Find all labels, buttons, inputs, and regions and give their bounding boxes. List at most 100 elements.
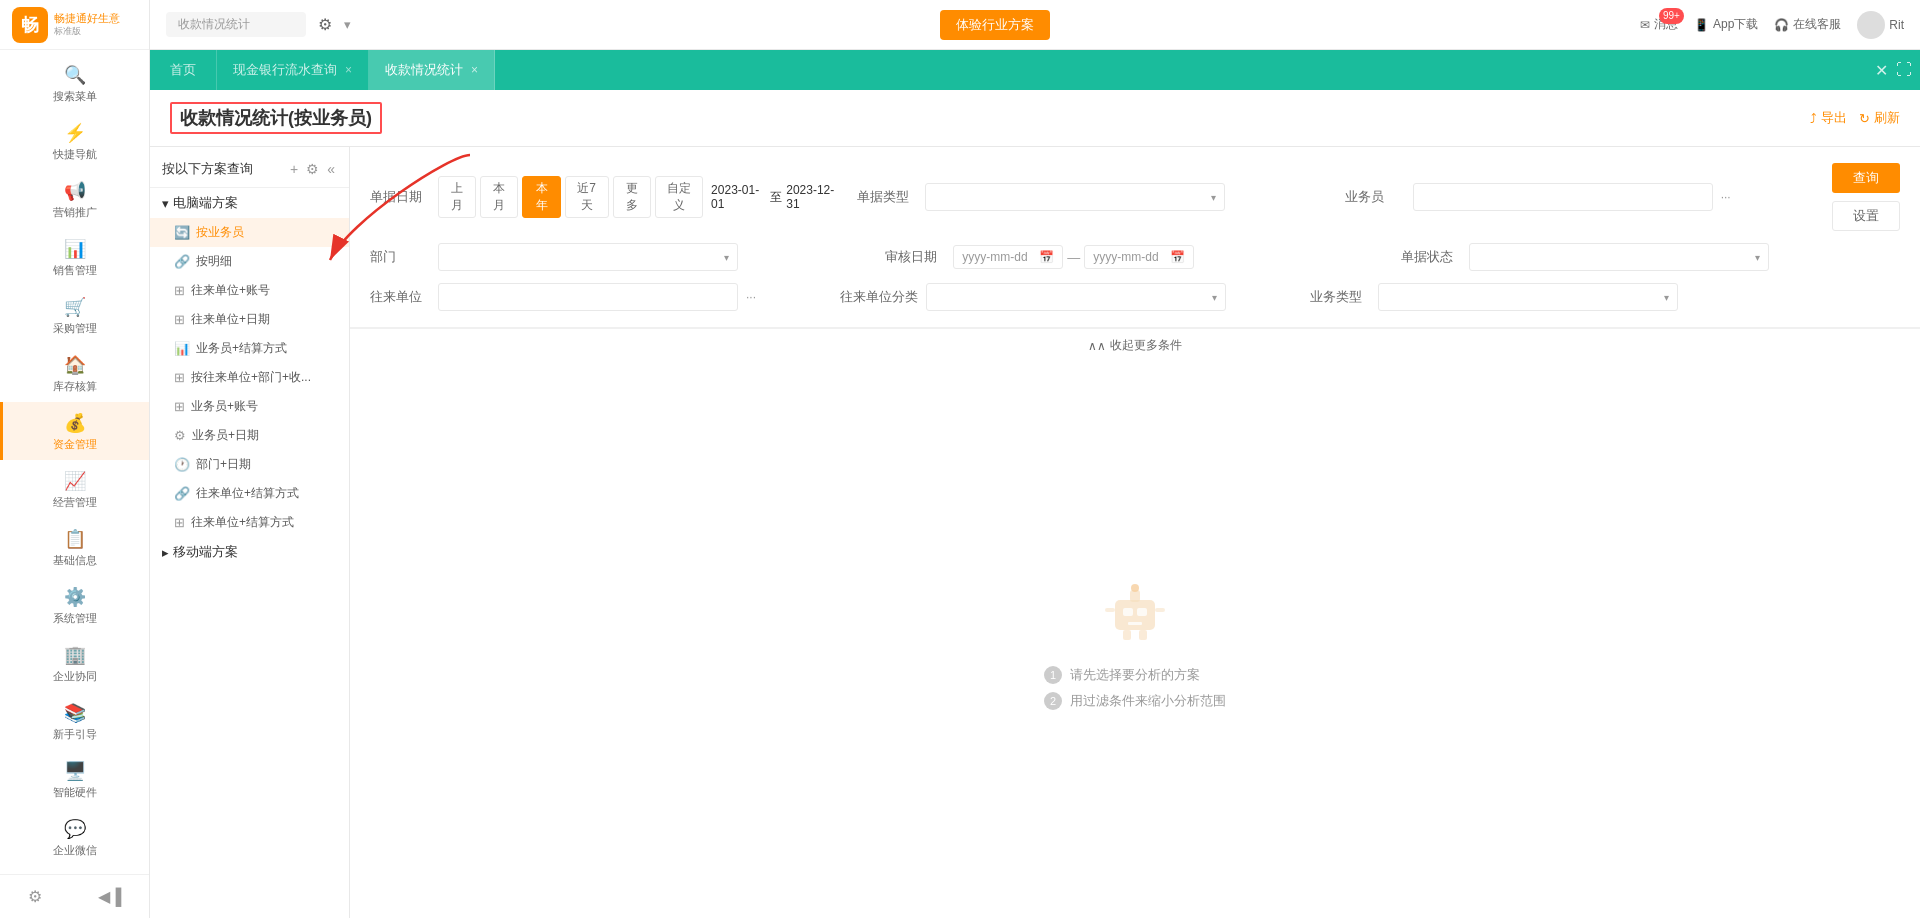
sidebar-item-enterprise[interactable]: 🏢 企业协同 [0, 634, 149, 692]
sidebar-item-finance[interactable]: 💰 资金管理 [0, 402, 149, 460]
scheme-item-unit-method2[interactable]: ⊞ 往来单位+结算方式 [150, 508, 349, 537]
scheme-item-salesperson[interactable]: 🔄 按业务员 [150, 218, 349, 247]
sidebar-item-wechat[interactable]: 💬 企业微信 [0, 808, 149, 866]
app-download-action[interactable]: 📱 App下载 [1694, 16, 1758, 33]
scheme-item-unit-account[interactable]: ⊞ 往来单位+账号 [150, 276, 349, 305]
filter-item-salesperson: 业务员 ··· [1345, 183, 1816, 211]
filter-item-doc-status: 单据状态 ▾ [1401, 243, 1900, 271]
sidebar-item-guide[interactable]: 📚 新手引导 [0, 692, 149, 750]
collapse-bar[interactable]: ∧∧ 收起更多条件 [350, 328, 1920, 362]
biz-type-select[interactable]: ▾ [1378, 283, 1678, 311]
panel-collapse-btn[interactable]: « [325, 159, 337, 179]
review-date-to[interactable]: yyyy-mm-dd 📅 [1084, 245, 1194, 269]
doc-type-select[interactable]: ▾ [925, 183, 1225, 211]
panel-settings-btn[interactable]: ⚙ [304, 159, 321, 179]
scheme-item-detail[interactable]: 🔗 按明细 [150, 247, 349, 276]
sidebar-item-search[interactable]: 🔍 搜索菜单 [0, 54, 149, 112]
scheme-label-unit-method2: 往来单位+结算方式 [191, 514, 294, 531]
sidebar-item-marketing[interactable]: 📢 营销推广 [0, 170, 149, 228]
sidebar-item-system[interactable]: ⚙️ 系统管理 [0, 576, 149, 634]
scheme-label-salesperson-date: 业务员+日期 [192, 427, 259, 444]
scheme-icon-unit-dept: ⊞ [174, 370, 185, 385]
dept-select[interactable]: ▾ [438, 243, 738, 271]
calendar-icon-to: 📅 [1170, 250, 1185, 264]
sidebar-label-marketing: 营销推广 [53, 205, 97, 220]
doc-status-select[interactable]: ▾ [1469, 243, 1769, 271]
sidebar-label-search: 搜索菜单 [53, 89, 97, 104]
sidebar-item-hardware[interactable]: 🖥️ 智能硬件 [0, 750, 149, 808]
settings-button[interactable]: 设置 [1832, 201, 1900, 231]
topbar-gear-icon[interactable]: ⚙ [318, 15, 332, 34]
scheme-item-dept-date[interactable]: 🕐 部门+日期 [150, 450, 349, 479]
export-btn[interactable]: ⤴ 导出 [1810, 109, 1847, 127]
filter-item-review-date: 审核日期 yyyy-mm-dd 📅 — yyyy-mm-dd 📅 [885, 245, 1384, 269]
date-btn-7days[interactable]: 近7天 [565, 176, 609, 218]
messages-action[interactable]: ✉ 消息 99+ [1640, 16, 1678, 33]
export-icon: ⤴ [1810, 111, 1817, 126]
review-date-from[interactable]: yyyy-mm-dd 📅 [953, 245, 1063, 269]
panel-add-btn[interactable]: + [288, 159, 300, 179]
date-btn-custom[interactable]: 自定义 [655, 176, 703, 218]
date-label: 单据日期 [370, 188, 430, 206]
topbar-dropdown-icon[interactable]: ▾ [344, 17, 351, 32]
breadcrumb-search[interactable]: 收款情况统计 [166, 12, 306, 37]
hint-text-2: 用过滤条件来缩小分析范围 [1070, 692, 1226, 710]
date-btn-last-month[interactable]: 上月 [438, 176, 476, 218]
sidebar-item-inventory[interactable]: 🏠 库存核算 [0, 344, 149, 402]
system-icon: ⚙️ [64, 586, 86, 608]
date-btn-this-year[interactable]: 本年 [522, 176, 560, 218]
tab-bank-close[interactable]: × [345, 63, 352, 77]
scheme-item-unit-date[interactable]: ⊞ 往来单位+日期 [150, 305, 349, 334]
refresh-btn[interactable]: ↻ 刷新 [1859, 109, 1900, 127]
date-btn-more[interactable]: 更多 [613, 176, 651, 218]
scheme-icon-salesperson-method: 📊 [174, 341, 190, 356]
scheme-item-unit-method1[interactable]: 🔗 往来单位+结算方式 [150, 479, 349, 508]
tab-receipts-close[interactable]: × [471, 63, 478, 77]
review-date-label: 审核日期 [885, 248, 945, 266]
win-close-icon[interactable]: ✕ [1875, 61, 1888, 80]
partner-select[interactable] [438, 283, 738, 311]
sidebar-item-quicknav[interactable]: ⚡ 快捷导航 [0, 112, 149, 170]
salesperson-more-icon[interactable]: ··· [1721, 190, 1731, 204]
query-button[interactable]: 查询 [1832, 163, 1900, 193]
online-service-action[interactable]: 🎧 在线客服 [1774, 16, 1841, 33]
tab-home[interactable]: 首页 [150, 50, 217, 90]
sidebar-label-guide: 新手引导 [53, 727, 97, 742]
date-range: 2023-01-01 至 2023-12-31 [711, 183, 841, 211]
salesperson-select[interactable] [1413, 183, 1713, 211]
sidebar-item-member[interactable]: ✔️ 畅会员 [0, 866, 149, 874]
tab-receipts[interactable]: 收款情况统计 × [369, 50, 495, 90]
scheme-item-unit-dept[interactable]: ⊞ 按往来单位+部门+收... [150, 363, 349, 392]
scheme-group-desktop: ▾ 电脑端方案 🔄 按业务员 🔗 按明细 ⊞ 往来单位+账号 [150, 188, 349, 537]
date-from: 2023-01-01 [711, 183, 766, 211]
scheme-icon-dept-date: 🕐 [174, 457, 190, 472]
scheme-item-salesperson-account[interactable]: ⊞ 业务员+账号 [150, 392, 349, 421]
logo-text: 畅捷通好生意 [54, 11, 120, 25]
sidebar: 畅 畅捷通好生意 标准版 🔍 搜索菜单 ⚡ 快捷导航 📢 营销推广 📊 销售管理… [0, 0, 150, 918]
sidebar-item-basic[interactable]: 📋 基础信息 [0, 518, 149, 576]
win-maximize-icon[interactable]: ⛶ [1896, 61, 1912, 79]
messages-badge: 99+ [1659, 8, 1684, 24]
scheme-item-salesperson-method[interactable]: 📊 业务员+结算方式 [150, 334, 349, 363]
trial-btn[interactable]: 体验行业方案 [940, 10, 1050, 40]
scheme-group-desktop-header[interactable]: ▾ 电脑端方案 [150, 188, 349, 218]
tab-bank[interactable]: 现金银行流水查询 × [217, 50, 369, 90]
partner-more-icon[interactable]: ··· [746, 290, 756, 304]
scheme-group-mobile-header[interactable]: ▸ 移动端方案 [150, 537, 349, 567]
sidebar-settings-btn[interactable]: ⚙ [20, 883, 50, 910]
sidebar-item-purchase[interactable]: 🛒 采购管理 [0, 286, 149, 344]
user-action[interactable]: Rit [1857, 11, 1904, 39]
hardware-icon: 🖥️ [64, 760, 86, 782]
operation-icon: 📈 [64, 470, 86, 492]
message-icon: ✉ [1640, 18, 1650, 32]
sidebar-collapse-btn[interactable]: ◀▐ [90, 883, 129, 910]
tab-home-label: 首页 [170, 61, 196, 79]
right-panel: 单据日期 上月 本月 本年 近7天 更多 自定义 2023-01-01 [350, 147, 1920, 918]
sidebar-item-sales[interactable]: 📊 销售管理 [0, 228, 149, 286]
svg-rect-1 [1123, 608, 1133, 616]
sidebar-item-operation[interactable]: 📈 经营管理 [0, 460, 149, 518]
partner-category-select[interactable]: ▾ [926, 283, 1226, 311]
scheme-item-salesperson-date[interactable]: ⚙ 业务员+日期 [150, 421, 349, 450]
date-btn-this-month[interactable]: 本月 [480, 176, 518, 218]
sidebar-label-hardware: 智能硬件 [53, 785, 97, 800]
